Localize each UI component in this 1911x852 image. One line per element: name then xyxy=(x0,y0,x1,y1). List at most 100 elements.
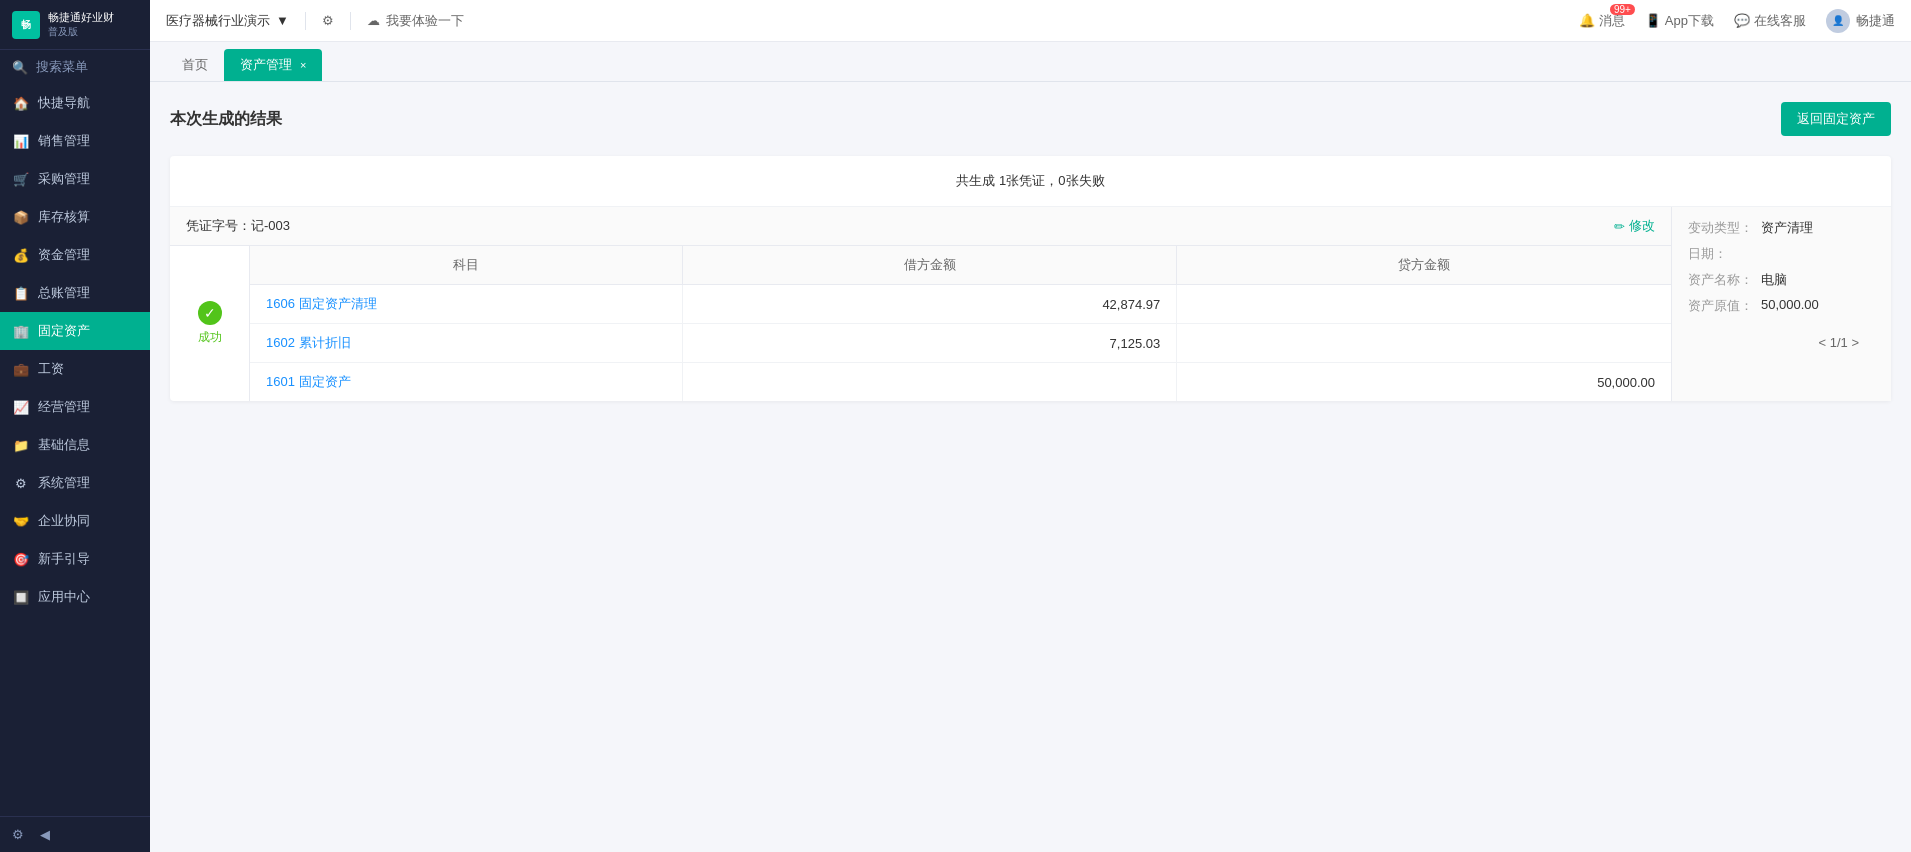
user-menu[interactable]: 👤 畅捷通 xyxy=(1826,9,1895,33)
company-settings-icon[interactable]: ⚙ xyxy=(322,13,334,28)
subject-link-2[interactable]: 1602 累计折旧 xyxy=(266,335,351,350)
page-title: 本次生成的结果 xyxy=(170,109,282,130)
sidebar-item-cooperation-label: 企业协同 xyxy=(38,512,90,530)
asset-name-row: 资产名称： 电脑 xyxy=(1688,271,1875,289)
sidebar-nav: 🏠 快捷导航 📊 销售管理 🛒 采购管理 📦 库存核算 💰 资金管理 📋 总账管… xyxy=(0,84,150,816)
sidebar-item-basic-info[interactable]: 📁 基础信息 xyxy=(0,426,150,464)
sidebar-item-ledger-label: 总账管理 xyxy=(38,284,90,302)
tab-close-icon[interactable]: × xyxy=(300,59,306,71)
company-selector[interactable]: 医疗器械行业演示 ▼ xyxy=(166,12,289,30)
avatar: 👤 xyxy=(1826,9,1850,33)
topbar-right: 🔔 消息 99+ 📱 App下载 💬 在线客服 👤 畅捷通 xyxy=(1579,9,1895,33)
sidebar-item-app-center[interactable]: 🔲 应用中心 xyxy=(0,578,150,616)
operations-icon: 📈 xyxy=(12,398,30,416)
status-column: ✓ 成功 xyxy=(170,246,250,401)
sidebar-item-purchase-label: 采购管理 xyxy=(38,170,90,188)
sidebar-item-operations[interactable]: 📈 经营管理 xyxy=(0,388,150,426)
edit-label: 修改 xyxy=(1629,217,1655,235)
guide-icon: 🎯 xyxy=(12,550,30,568)
sidebar-item-fund[interactable]: 💰 资金管理 xyxy=(0,236,150,274)
sidebar-item-guide-label: 新手引导 xyxy=(38,550,90,568)
cloud-icon: ☁ xyxy=(367,13,380,28)
experience-button[interactable]: ☁ 我要体验一下 xyxy=(367,12,464,30)
sidebar-item-sales[interactable]: 📊 销售管理 xyxy=(0,122,150,160)
table-row: 1606 固定资产清理 42,874.97 xyxy=(250,285,1671,324)
page-header: 本次生成的结果 返回固定资产 xyxy=(170,102,1891,136)
sidebar-item-system-label: 系统管理 xyxy=(38,474,90,492)
debit-cell-2: 7,125.03 xyxy=(682,324,1176,363)
subject-link-1[interactable]: 1606 固定资产清理 xyxy=(266,296,377,311)
app-download-button[interactable]: 📱 App下载 xyxy=(1645,12,1714,30)
sidebar-item-guide[interactable]: 🎯 新手引导 xyxy=(0,540,150,578)
app-download-label: App下载 xyxy=(1665,12,1714,30)
app-download-icon: 📱 xyxy=(1645,13,1661,28)
subject-cell-3: 1601 固定资产 xyxy=(250,363,682,402)
tab-asset-management[interactable]: 资产管理 × xyxy=(224,49,322,81)
col-header-subject: 科目 xyxy=(250,246,682,285)
cooperation-icon: 🤝 xyxy=(12,512,30,530)
asset-name-label: 资产名称： xyxy=(1688,271,1753,289)
experience-label: 我要体验一下 xyxy=(386,12,464,30)
customer-service-button[interactable]: 💬 在线客服 xyxy=(1734,12,1806,30)
result-card: 共生成 1张凭证，0张失败 凭证字号：记-003 ✏ 修改 xyxy=(170,156,1891,401)
sidebar-item-purchase[interactable]: 🛒 采购管理 xyxy=(0,160,150,198)
message-button[interactable]: 🔔 消息 99+ xyxy=(1579,12,1625,30)
edit-button[interactable]: ✏ 修改 xyxy=(1614,217,1655,235)
sidebar-bottom: ⚙ ◀ xyxy=(0,816,150,852)
search-icon: 🔍 xyxy=(12,60,28,75)
table-wrap: 科目 借方金额 贷方金额 1606 固定资产清理 xyxy=(250,246,1671,401)
pagination[interactable]: < 1/1 > xyxy=(1688,323,1875,362)
topbar: 医疗器械行业演示 ▼ ⚙ ☁ 我要体验一下 🔔 消息 99+ 📱 App下载 💬… xyxy=(150,0,1911,42)
company-name: 医疗器械行业演示 xyxy=(166,12,270,30)
tab-asset-management-label: 资产管理 xyxy=(240,56,292,74)
sidebar-item-quick-nav-label: 快捷导航 xyxy=(38,94,90,112)
right-panel: 变动类型： 资产清理 日期： 资产名称： 电脑 资产原值： 50,000.00 xyxy=(1671,207,1891,401)
username: 畅捷通 xyxy=(1856,12,1895,30)
search-menu-label: 搜索菜单 xyxy=(36,58,88,76)
dropdown-icon: ▼ xyxy=(276,13,289,28)
sidebar-item-payroll[interactable]: 💼 工资 xyxy=(0,350,150,388)
sidebar-item-app-center-label: 应用中心 xyxy=(38,588,90,606)
sidebar-item-fixed-asset[interactable]: 🏢 固定资产 xyxy=(0,312,150,350)
sidebar-item-inventory[interactable]: 📦 库存核算 xyxy=(0,198,150,236)
voucher-number: 凭证字号：记-003 xyxy=(186,217,290,235)
credit-cell-3: 50,000.00 xyxy=(1177,363,1671,402)
app-center-icon: 🔲 xyxy=(12,588,30,606)
credit-cell-1 xyxy=(1177,285,1671,324)
message-icon: 🔔 xyxy=(1579,13,1595,28)
col-header-debit: 借方金额 xyxy=(682,246,1176,285)
voucher-table: 科目 借方金额 贷方金额 1606 固定资产清理 xyxy=(250,246,1671,401)
topbar-divider-1 xyxy=(305,12,306,30)
topbar-divider-2 xyxy=(350,12,351,30)
sales-icon: 📊 xyxy=(12,132,30,150)
original-value-label: 资产原值： xyxy=(1688,297,1753,315)
debit-cell-3 xyxy=(682,363,1176,402)
success-text: 成功 xyxy=(198,329,222,346)
subject-cell-2: 1602 累计折旧 xyxy=(250,324,682,363)
sidebar-item-quick-nav[interactable]: 🏠 快捷导航 xyxy=(0,84,150,122)
settings-bottom-icon[interactable]: ⚙ xyxy=(12,827,24,842)
tabs-bar: 首页 资产管理 × xyxy=(150,42,1911,82)
tab-home[interactable]: 首页 xyxy=(166,49,224,81)
back-to-fixed-asset-button[interactable]: 返回固定资产 xyxy=(1781,102,1891,136)
sidebar: 畅 畅捷通好业财 普及版 🔍 搜索菜单 🏠 快捷导航 📊 销售管理 🛒 采购管理… xyxy=(0,0,150,852)
collapse-icon[interactable]: ◀ xyxy=(40,827,50,842)
sidebar-item-inventory-label: 库存核算 xyxy=(38,208,90,226)
voucher-table-area: 凭证字号：记-003 ✏ 修改 ✓ 成功 xyxy=(170,207,1671,401)
sidebar-item-ledger[interactable]: 📋 总账管理 xyxy=(0,274,150,312)
main-area: 医疗器械行业演示 ▼ ⚙ ☁ 我要体验一下 🔔 消息 99+ 📱 App下载 💬… xyxy=(150,0,1911,852)
subject-link-3[interactable]: 1601 固定资产 xyxy=(266,374,351,389)
change-type-label: 变动类型： xyxy=(1688,219,1753,237)
payroll-icon: 💼 xyxy=(12,360,30,378)
system-icon: ⚙ xyxy=(12,474,30,492)
sidebar-item-cooperation[interactable]: 🤝 企业协同 xyxy=(0,502,150,540)
subject-cell-1: 1606 固定资产清理 xyxy=(250,285,682,324)
asset-name-value: 电脑 xyxy=(1761,271,1787,289)
logo-area: 畅 畅捷通好业财 普及版 xyxy=(0,0,150,50)
search-menu[interactable]: 🔍 搜索菜单 xyxy=(0,50,150,84)
sidebar-item-system[interactable]: ⚙ 系统管理 xyxy=(0,464,150,502)
logo-name: 畅捷通好业财 xyxy=(48,10,114,24)
success-icon: ✓ xyxy=(198,301,222,325)
edit-icon: ✏ xyxy=(1614,219,1625,234)
tab-home-label: 首页 xyxy=(182,56,208,74)
